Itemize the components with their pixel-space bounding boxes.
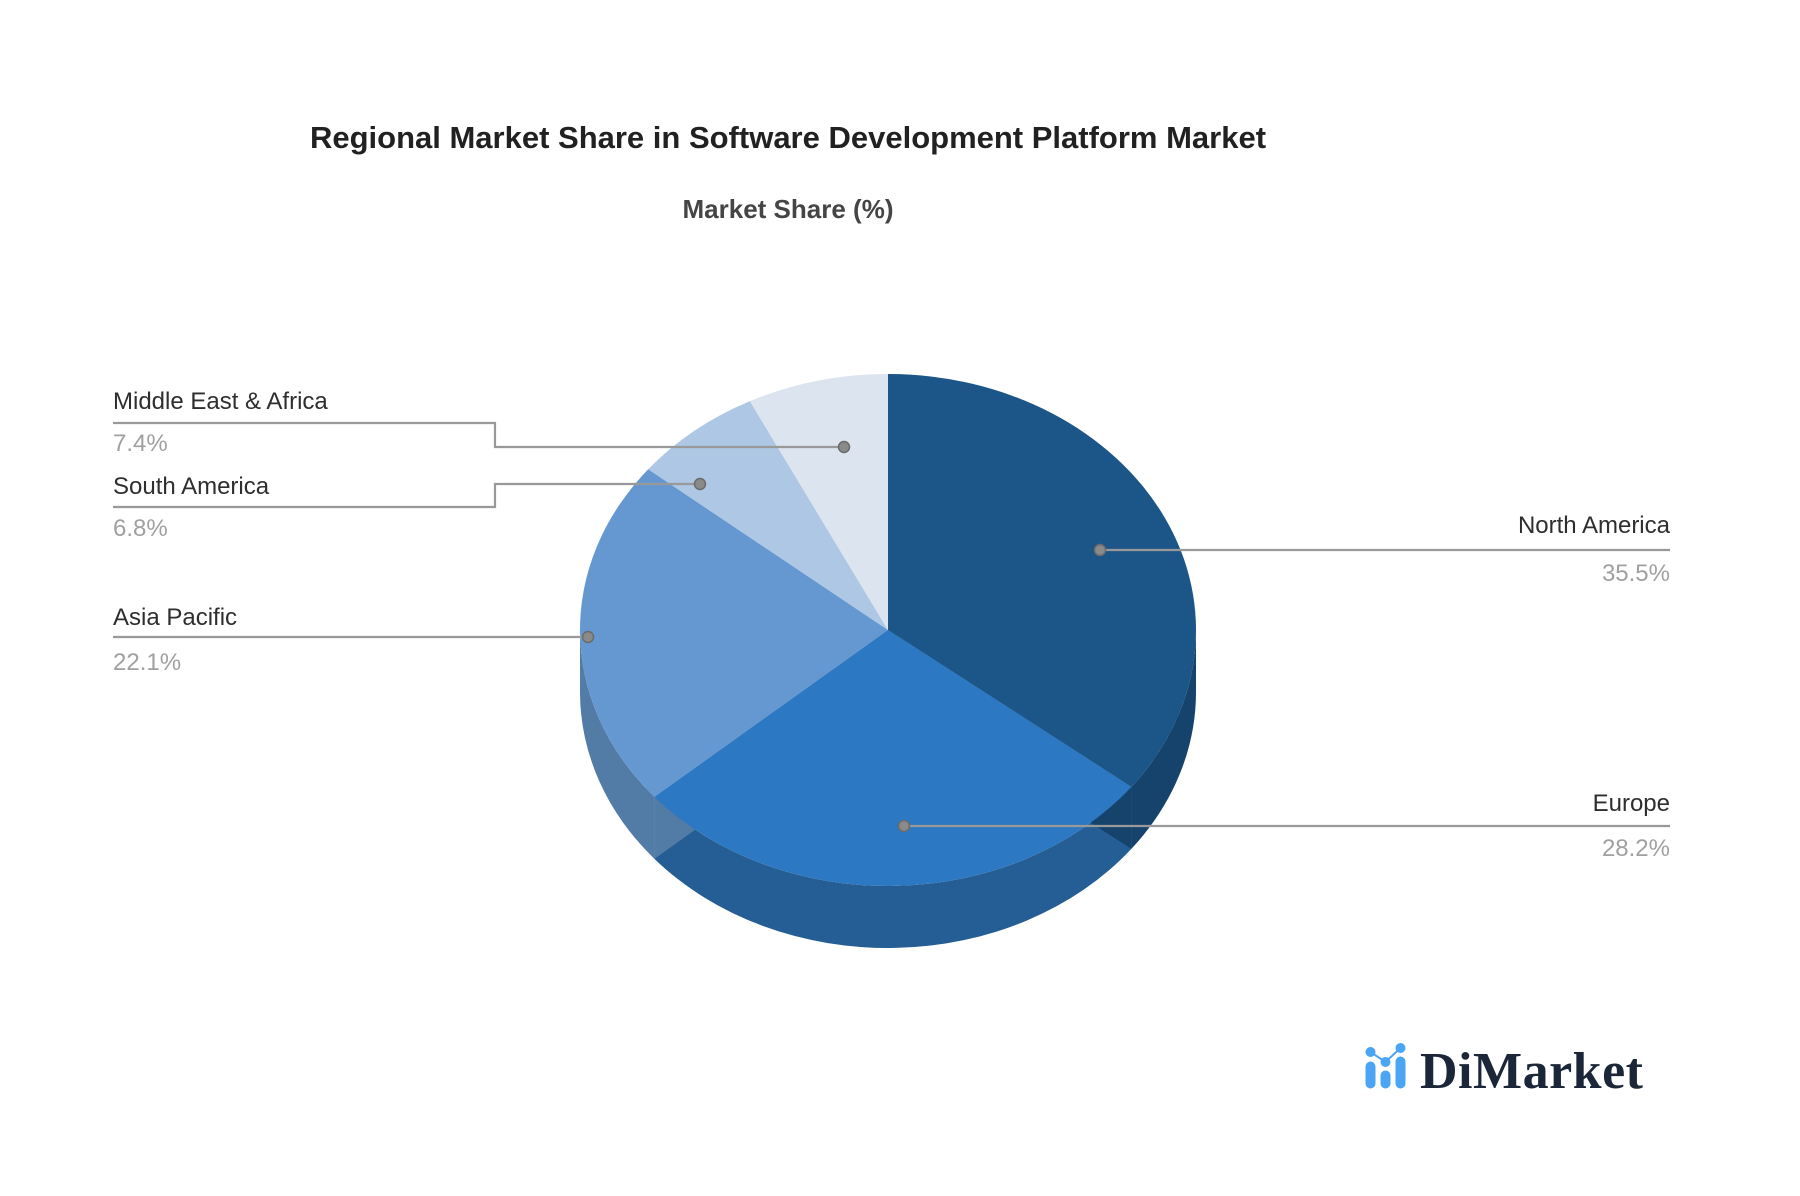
label-europe: Europe [1593, 791, 1670, 817]
logo-wordmark: DiMarket [1420, 1046, 1643, 1098]
dot-asia-pacific [583, 632, 594, 643]
label-north-america: North America [1518, 513, 1670, 539]
chart-title: Regional Market Share in Software Develo… [310, 120, 1266, 156]
chart-canvas: Regional Market Share in Software Develo… [0, 0, 1800, 1196]
label-middle-east-africa: Middle East & Africa [113, 389, 328, 415]
dot-south-america [695, 479, 706, 490]
pie-chart [0, 0, 1800, 1196]
dot-middle-east-africa [839, 442, 850, 453]
dot-europe [899, 821, 910, 832]
pct-north-america: 35.5% [1602, 561, 1670, 587]
label-south-america: South America [113, 474, 269, 500]
bar-chart-icon [1366, 1044, 1405, 1089]
pct-south-america: 6.8% [113, 516, 168, 542]
dot-north-america [1095, 545, 1106, 556]
chart-subtitle: Market Share (%) [683, 194, 894, 225]
pie-3d-slices [580, 374, 1196, 948]
pct-middle-east-africa: 7.4% [113, 431, 168, 457]
pct-europe: 28.2% [1602, 836, 1670, 862]
label-asia-pacific: Asia Pacific [113, 605, 237, 631]
pct-asia-pacific: 22.1% [113, 650, 181, 676]
